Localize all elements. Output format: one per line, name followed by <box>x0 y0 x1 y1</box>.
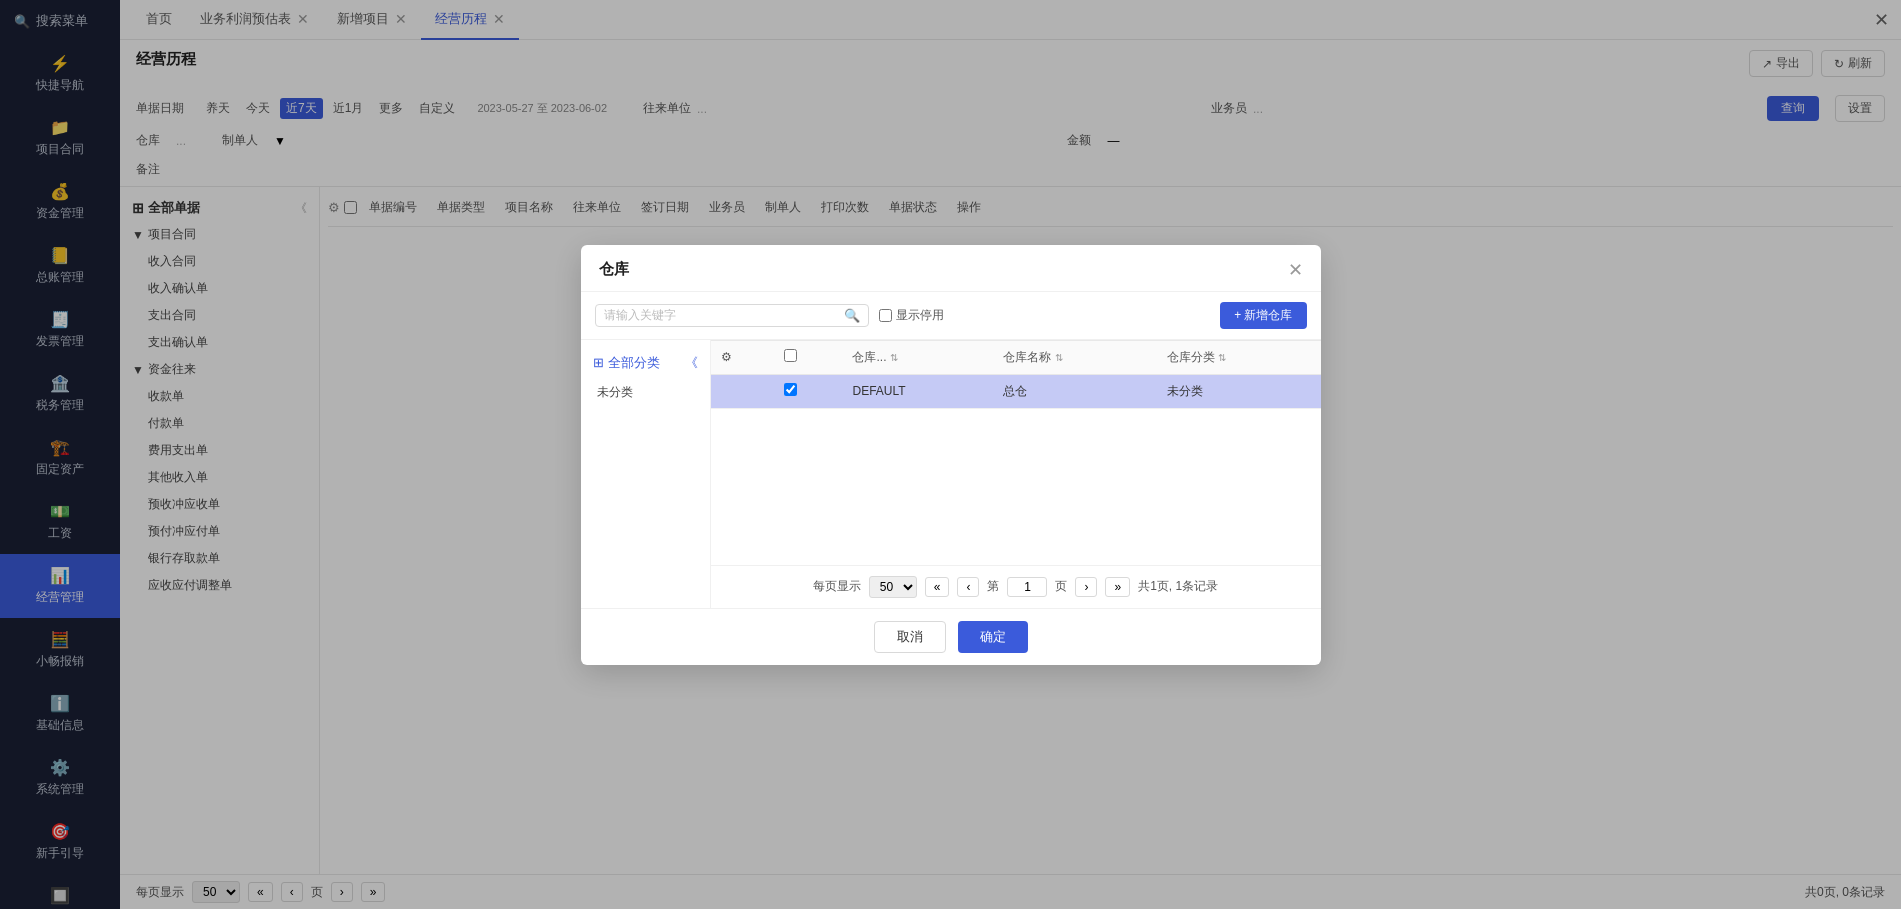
modal-collapse-icon[interactable]: 《 <box>685 354 698 372</box>
table-header: ⚙ 仓库... ⇅ 仓库名称 ⇅ <box>711 340 1321 374</box>
modal-page-prefix: 第 <box>987 578 999 595</box>
row-name-cell: 总仓 <box>993 374 1157 408</box>
grid-icon2: ⊞ <box>593 355 604 370</box>
modal-footer: 取消 确定 <box>581 608 1321 665</box>
modal-header: 仓库 ✕ <box>581 245 1321 292</box>
modal-per-page-label: 每页显示 <box>813 578 861 595</box>
modal-per-page-select[interactable]: 50 <box>869 576 917 598</box>
show-disabled-label[interactable]: 显示停用 <box>879 307 944 324</box>
modal-uncategorized[interactable]: 未分类 <box>581 378 710 407</box>
confirm-button[interactable]: 确定 <box>958 621 1028 653</box>
modal-next-page[interactable]: › <box>1075 577 1097 597</box>
modal-pagination: 每页显示 50 « ‹ 第 页 › » 共1页, 1条记录 <box>711 565 1321 608</box>
modal-first-page[interactable]: « <box>925 577 950 597</box>
sort-code-icon: ⇅ <box>890 352 898 363</box>
modal-total-text: 共1页, 1条记录 <box>1138 578 1218 595</box>
modal-body: 🔍 显示停用 + 新增仓库 ⊞ 全部分类 《 <box>581 292 1321 608</box>
modal-right-panel: ⚙ 仓库... ⇅ 仓库名称 ⇅ <box>711 340 1321 608</box>
modal-overlay: 仓库 ✕ 🔍 显示停用 + 新增仓库 <box>0 0 1901 909</box>
modal-page-suffix: 页 <box>1055 578 1067 595</box>
gear-icon2[interactable]: ⚙ <box>721 350 732 364</box>
col-warehouse-name[interactable]: 仓库名称 ⇅ <box>993 340 1157 374</box>
sort-name-icon: ⇅ <box>1055 352 1063 363</box>
table-select-all[interactable] <box>784 349 797 362</box>
col-warehouse-code[interactable]: 仓库... ⇅ <box>842 340 993 374</box>
modal-close-button[interactable]: ✕ <box>1288 259 1303 281</box>
table-row[interactable]: DEFAULT 总仓 未分类 <box>711 374 1321 408</box>
col-checkbox <box>774 340 842 374</box>
warehouse-modal: 仓库 ✕ 🔍 显示停用 + 新增仓库 <box>581 245 1321 665</box>
row-gear-cell <box>711 374 775 408</box>
row-checkbox-cell <box>774 374 842 408</box>
modal-prev-page[interactable]: ‹ <box>957 577 979 597</box>
modal-last-page[interactable]: » <box>1105 577 1130 597</box>
modal-search-input[interactable] <box>604 308 840 322</box>
add-warehouse-button[interactable]: + 新增仓库 <box>1220 302 1306 329</box>
col-gear: ⚙ <box>711 340 775 374</box>
cancel-button[interactable]: 取消 <box>874 621 946 653</box>
modal-all-category[interactable]: ⊞ 全部分类 《 <box>581 348 710 378</box>
sort-category-icon: ⇅ <box>1218 352 1226 363</box>
warehouse-table: ⚙ 仓库... ⇅ 仓库名称 ⇅ <box>711 340 1321 409</box>
row-code-cell: DEFAULT <box>842 374 993 408</box>
modal-content: ⊞ 全部分类 《 未分类 ⚙ <box>581 340 1321 608</box>
modal-title: 仓库 <box>599 260 629 279</box>
row-category-cell: 未分类 <box>1157 374 1321 408</box>
modal-toolbar: 🔍 显示停用 + 新增仓库 <box>581 292 1321 340</box>
modal-left-panel: ⊞ 全部分类 《 未分类 <box>581 340 711 608</box>
modal-search-wrap: 🔍 <box>595 304 869 327</box>
search-icon: 🔍 <box>844 308 860 323</box>
row-checkbox[interactable] <box>784 383 797 396</box>
modal-page-input[interactable] <box>1007 577 1047 597</box>
show-disabled-checkbox[interactable] <box>879 309 892 322</box>
col-warehouse-category[interactable]: 仓库分类 ⇅ <box>1157 340 1321 374</box>
